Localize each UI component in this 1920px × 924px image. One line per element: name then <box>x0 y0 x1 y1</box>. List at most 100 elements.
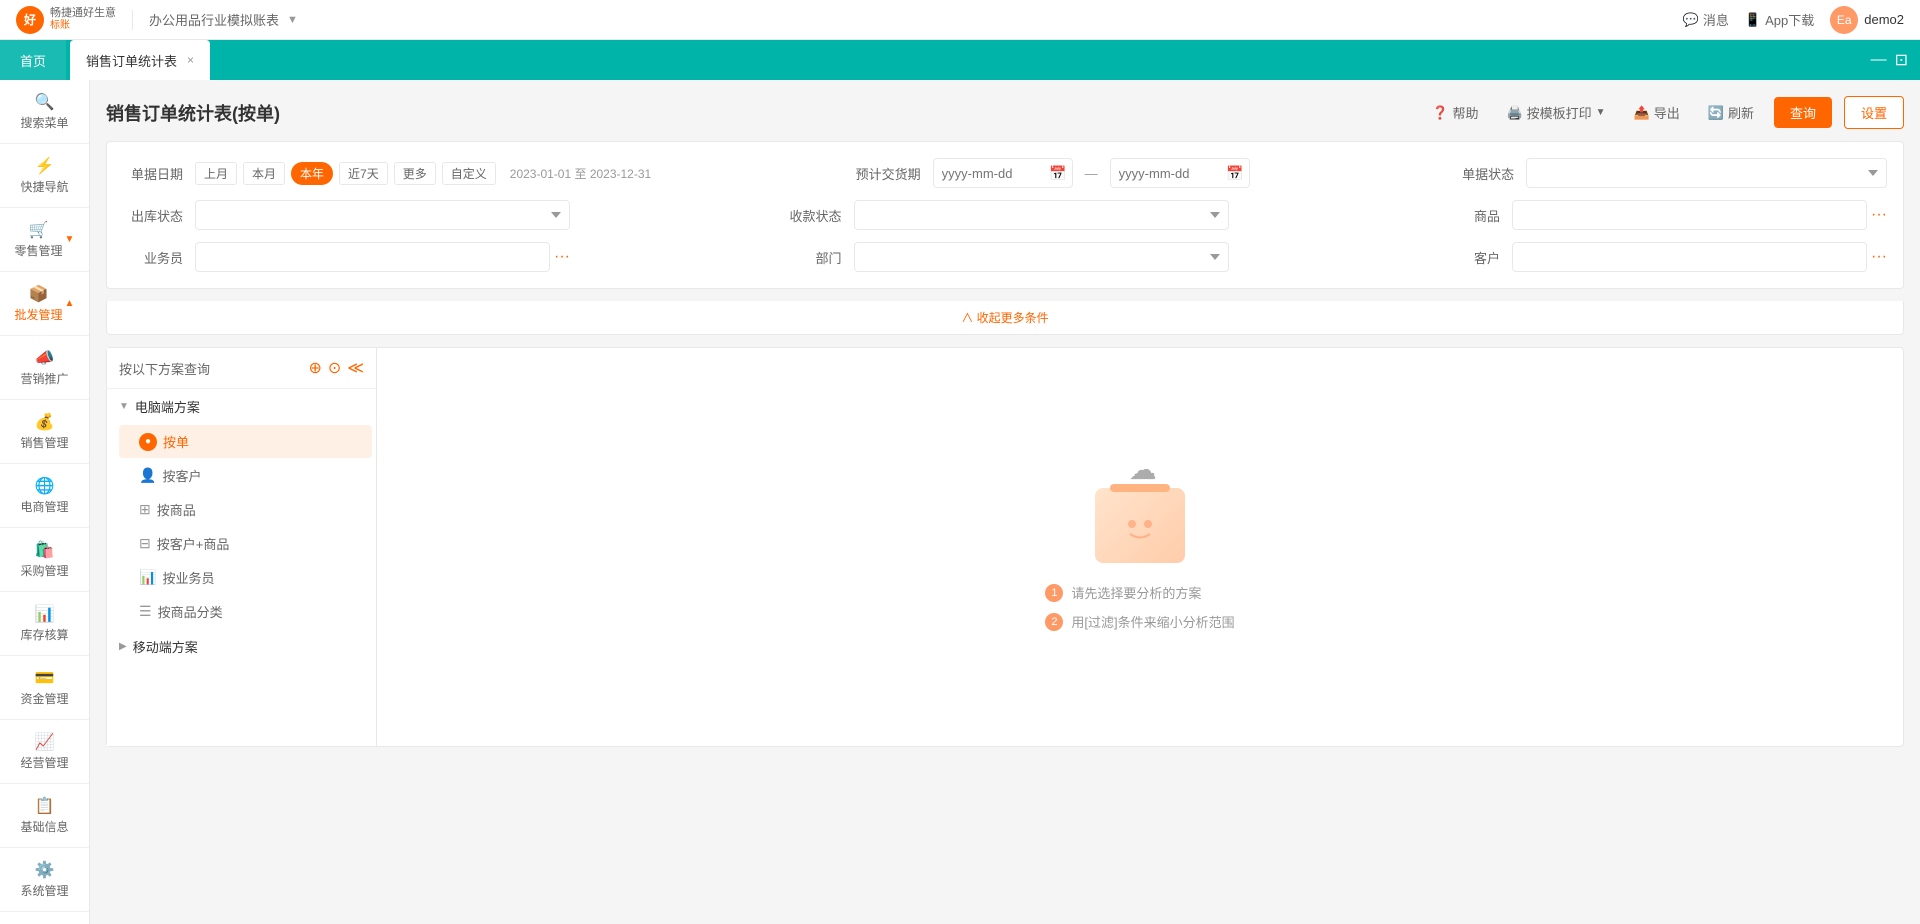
export-button[interactable]: 📤 导出 <box>1626 99 1688 126</box>
sidebar-item-marketing[interactable]: 📣 营销推广 <box>0 336 89 400</box>
salesperson-more-button[interactable]: ··· <box>554 248 570 266</box>
date-btn-current[interactable]: 本月 <box>243 162 285 185</box>
date-btn-more[interactable]: 更多 <box>394 162 436 185</box>
sidebar-item-enterprise[interactable]: 🤝 企业协同 <box>0 912 89 924</box>
app-title: 办公用品行业模拟账表 <box>149 10 279 29</box>
scheme-add-icon[interactable]: ⊕ <box>308 358 321 378</box>
main-layout: 🔍 搜索菜单 ⚡ 快捷导航 🛒 零售管理 ▼ 📦 批发管理 ▲ 📣 营销推广 <box>0 80 1920 924</box>
download-button[interactable]: 📱 App下载 <box>1745 10 1814 29</box>
sidebar-item-system[interactable]: ⚙️ 系统管理 <box>0 848 89 912</box>
scheme-panel-title: 按以下方案查询 <box>119 359 210 378</box>
print-icon: 🖨️ <box>1506 105 1522 121</box>
export-icon: 📤 <box>1634 105 1650 121</box>
sidebar-item-nav[interactable]: ⚡ 快捷导航 <box>0 144 89 208</box>
logo-icon: 好 <box>16 6 44 34</box>
sidebar-item-wholesale[interactable]: 📦 批发管理 ▲ <box>0 272 89 336</box>
refresh-icon: 🔄 <box>1708 105 1724 121</box>
tab-close-button[interactable]: × <box>187 53 194 67</box>
scheme-item-bar-icon: 📊 <box>139 569 156 586</box>
expected-date-from[interactable] <box>933 158 1073 188</box>
user-area[interactable]: Ea demo2 <box>1830 6 1904 34</box>
content-area: 销售订单统计表(按单) ❓ 帮助 🖨️ 按模板打印 ▼ 📤 导出 <box>90 80 1920 924</box>
expected-date-to-wrap: 📅 <box>1110 158 1250 188</box>
pc-section-title: 电脑端方案 <box>135 397 200 416</box>
page-title: 销售订单统计表(按单) <box>106 100 280 126</box>
goods-more-button[interactable]: ··· <box>1871 206 1887 224</box>
filter-row-2: 出库状态 收款状态 商品 <box>123 200 1887 230</box>
expected-date-from-wrap: 📅 <box>933 158 1073 188</box>
download-icon: 📱 <box>1745 12 1761 28</box>
out-status-select[interactable] <box>195 200 570 230</box>
date-btn-group: 上月 本月 本年 近7天 更多 自定义 2023-01-01 至 2023-12… <box>195 162 651 185</box>
tip-num-2: 2 <box>1045 613 1063 631</box>
date-btn-7days[interactable]: 近7天 <box>339 162 388 185</box>
customer-input[interactable] <box>1512 242 1867 272</box>
maximize-icon[interactable]: ⊡ <box>1895 50 1908 70</box>
sidebar-item-retail[interactable]: 🛒 零售管理 ▼ <box>0 208 89 272</box>
sidebar-item-sales[interactable]: 💰 销售管理 <box>0 400 89 464</box>
page-header: 销售订单统计表(按单) ❓ 帮助 🖨️ 按模板打印 ▼ 📤 导出 <box>106 96 1904 129</box>
sidebar-item-basic[interactable]: 📋 基础信息 <box>0 784 89 848</box>
scheme-item-person-icon: 👤 <box>139 467 156 484</box>
header-left: 好 畅捷通好生意 标账 办公用品行业模拟账表 ▼ <box>16 6 298 34</box>
date-label: 单据日期 <box>123 164 183 183</box>
sidebar-item-inventory[interactable]: 📊 库存核算 <box>0 592 89 656</box>
empty-box-face <box>1115 506 1165 546</box>
scheme-panel-actions: ⊕ ⊙ ≪ <box>308 358 364 378</box>
page-actions: ❓ 帮助 🖨️ 按模板打印 ▼ 📤 导出 🔄 刷新 <box>1424 96 1904 129</box>
scheme-item-list-icon: ☰ <box>139 603 152 620</box>
scheme-collapse-icon[interactable]: ≪ <box>347 358 364 378</box>
sidebar-item-purchase[interactable]: 🛍️ 采购管理 <box>0 528 89 592</box>
bill-status-select[interactable] <box>1526 158 1887 188</box>
scheme-item-by-customer-goods[interactable]: ⊟ 按客户+商品 <box>119 527 372 560</box>
customer-more-button[interactable]: ··· <box>1871 248 1887 266</box>
header-right: 💬 消息 📱 App下载 Ea demo2 <box>1683 6 1904 34</box>
message-button[interactable]: 💬 消息 <box>1683 10 1729 29</box>
collapse-bar[interactable]: ∧ 收起更多条件 <box>106 301 1904 335</box>
scheme-item-by-order[interactable]: ● 按单 <box>119 425 372 458</box>
empty-tips: 1 请先选择要分析的方案 2 用[过滤]条件来缩小分析范围 <box>1045 583 1234 641</box>
search-button[interactable]: 查询 <box>1774 97 1832 128</box>
pc-section-header[interactable]: ▼ 电脑端方案 <box>107 389 376 424</box>
tab-bar: 首页 销售订单统计表 × — ⊡ <box>0 40 1920 80</box>
settings-button[interactable]: 设置 <box>1844 96 1904 129</box>
logo-area: 好 畅捷通好生意 标账 <box>16 6 116 34</box>
sidebar-item-ecommerce[interactable]: 🌐 电商管理 <box>0 464 89 528</box>
department-select[interactable] <box>854 242 1229 272</box>
mobile-section-header[interactable]: ▶ 移动端方案 <box>107 629 376 664</box>
scheme-settings-icon[interactable]: ⊙ <box>328 358 341 378</box>
receipt-status-select[interactable] <box>854 200 1229 230</box>
expected-date-to[interactable] <box>1110 158 1250 188</box>
sidebar-item-search[interactable]: 🔍 搜索菜单 <box>0 80 89 144</box>
scheme-panel: 按以下方案查询 ⊕ ⊙ ≪ ▼ 电脑端方案 <box>107 348 377 746</box>
salesperson-input[interactable] <box>195 242 550 272</box>
date-separator: — <box>1085 166 1098 181</box>
tab-home[interactable]: 首页 <box>0 40 66 80</box>
print-button[interactable]: 🖨️ 按模板打印 ▼ <box>1498 99 1613 126</box>
help-button[interactable]: ❓ 帮助 <box>1424 99 1486 126</box>
page-content: 销售订单统计表(按单) ❓ 帮助 🖨️ 按模板打印 ▼ 📤 导出 <box>90 80 1920 924</box>
window-title-dropdown[interactable]: ▼ <box>287 14 298 26</box>
empty-illustration: ☁ <box>1075 453 1205 563</box>
date-btn-prev[interactable]: 上月 <box>195 162 237 185</box>
date-btn-year[interactable]: 本年 <box>291 162 333 185</box>
sidebar-item-management[interactable]: 📈 经营管理 <box>0 720 89 784</box>
minimize-icon[interactable]: — <box>1871 51 1887 69</box>
message-icon: 💬 <box>1683 12 1699 28</box>
scheme-item-by-category[interactable]: ☰ 按商品分类 <box>119 595 372 628</box>
print-dropdown-arrow[interactable]: ▼ <box>1596 107 1606 118</box>
scheme-item-by-salesperson[interactable]: 📊 按业务员 <box>119 561 372 594</box>
date-btn-custom[interactable]: 自定义 <box>442 162 496 185</box>
sidebar-item-finance[interactable]: 💳 资金管理 <box>0 656 89 720</box>
scheme-item-by-goods[interactable]: ⊞ 按商品 <box>119 493 372 526</box>
refresh-button[interactable]: 🔄 刷新 <box>1700 99 1762 126</box>
empty-state-content: ☁ 1 请先选择要分析的方案 2 用[过滤]条件来缩小分析范围 <box>1045 453 1234 641</box>
goods-input[interactable] <box>1512 200 1867 230</box>
out-status-label: 出库状态 <box>123 206 183 225</box>
department-label: 部门 <box>782 248 842 267</box>
scheme-item-by-customer[interactable]: 👤 按客户 <box>119 459 372 492</box>
top-header: 好 畅捷通好生意 标账 办公用品行业模拟账表 ▼ 💬 消息 📱 App下载 Ea… <box>0 0 1920 40</box>
date-range-text: 2023-01-01 至 2023-12-31 <box>510 165 651 182</box>
empty-tip-1: 1 请先选择要分析的方案 <box>1045 583 1234 602</box>
tab-active[interactable]: 销售订单统计表 × <box>70 40 210 80</box>
